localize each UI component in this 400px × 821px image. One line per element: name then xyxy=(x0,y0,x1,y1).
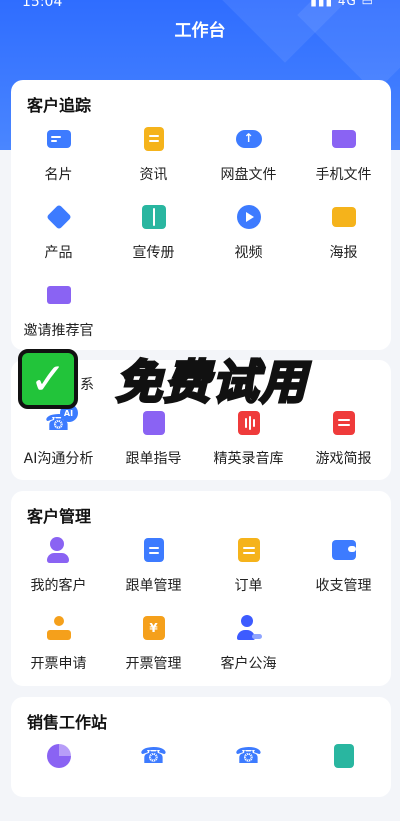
stamp-icon xyxy=(46,615,72,641)
menu-item-brochure[interactable]: 宣传册 xyxy=(106,204,201,282)
section-customer-management: 客户管理 我的客户 跟单管理 订单 收支管理 开票申请 ¥ 开票管理 客户公海 xyxy=(11,491,391,686)
menu-item-new-document[interactable] xyxy=(296,743,391,821)
menu-item-label: 跟单管理 xyxy=(125,578,182,594)
wallet-icon xyxy=(331,537,357,563)
product-cube-icon xyxy=(45,204,72,230)
menu-item-label: 视频 xyxy=(234,245,263,261)
menu-item-game-briefing[interactable]: 游戏简报 xyxy=(296,410,391,488)
menu-item-customer-pool[interactable]: 客户公海 xyxy=(201,615,296,693)
menu-item-label: 邀请推荐官 xyxy=(23,323,94,339)
menu-item-followup-management[interactable]: 跟单管理 xyxy=(106,537,201,615)
call-list-icon: ☎ xyxy=(234,743,263,769)
menu-item-label: 我的客户 xyxy=(30,578,87,594)
menu-item-sales-stats[interactable] xyxy=(11,743,106,821)
section-title: 销售工作站 xyxy=(27,713,108,732)
menu-item-label: 游戏简报 xyxy=(315,451,372,467)
section-customer-tracking: 客户追踪 名片 资讯 ↑ 网盘文件 手机文件 产品 宣传册 视频 海报 邀请推荐… xyxy=(11,80,391,350)
check-mark-icon: ✓ xyxy=(18,349,78,409)
menu-item-label: 产品 xyxy=(44,245,73,261)
brochure-icon xyxy=(141,204,167,230)
menu-item-orders[interactable]: 订单 xyxy=(201,537,296,615)
status-time: 15:04 xyxy=(22,0,63,10)
section-title: 客户追踪 xyxy=(27,96,92,115)
page-title: 工作台 xyxy=(174,21,226,41)
invoice-yuan-icon: ¥ xyxy=(141,615,167,641)
doc-plus-icon xyxy=(331,743,357,769)
menu-item-elite-recordings[interactable]: 精英录音库 xyxy=(201,410,296,488)
menu-item-label: 开票管理 xyxy=(125,656,182,672)
menu-item-label: 跟单指导 xyxy=(125,451,182,467)
poster-image-icon xyxy=(331,204,357,230)
menu-item-call-list[interactable]: ☎ xyxy=(201,743,296,821)
menu-item-poster[interactable]: 海报 xyxy=(296,204,391,282)
menu-item-label: 手机文件 xyxy=(315,167,372,183)
menu-item-business-card[interactable]: 名片 xyxy=(11,126,106,204)
my-customers-icon xyxy=(46,537,72,563)
menu-item-product[interactable]: 产品 xyxy=(11,204,106,282)
news-icon xyxy=(141,126,167,152)
menu-item-call-schedule[interactable]: ☎ xyxy=(106,743,201,821)
menu-item-label: 网盘文件 xyxy=(220,167,277,183)
menu-item-label: 开票申请 xyxy=(30,656,87,672)
video-play-icon xyxy=(236,204,262,230)
menu-item-label: 宣传册 xyxy=(132,245,175,261)
menu-item-label: 精英录音库 xyxy=(213,451,284,467)
menu-item-label: 订单 xyxy=(234,578,263,594)
customer-pool-icon xyxy=(236,615,262,641)
menu-item-income-expense[interactable]: 收支管理 xyxy=(296,537,391,615)
invite-envelope-icon xyxy=(46,282,72,308)
menu-item-phone-files[interactable]: 手机文件 xyxy=(296,126,391,204)
order-icon xyxy=(236,537,262,563)
pie-chart-icon xyxy=(46,743,72,769)
menu-item-video[interactable]: 视频 xyxy=(201,204,296,282)
folder-icon xyxy=(331,126,357,152)
menu-item-invoice-apply[interactable]: 开票申请 xyxy=(11,615,106,693)
menu-item-ai-analysis[interactable]: ☎ AI AI沟通分析 xyxy=(11,404,106,488)
menu-item-followup-guide[interactable]: 跟单指导 xyxy=(106,410,201,488)
menu-item-label: AI沟通分析 xyxy=(23,451,94,467)
menu-item-label: 名片 xyxy=(44,167,73,183)
call-clock-icon: ☎ xyxy=(139,743,168,769)
cloud-upload-icon: ↑ xyxy=(235,126,262,152)
menu-item-label: 收支管理 xyxy=(315,578,372,594)
status-indicators: ▮▮▮ 4G ▭ xyxy=(310,0,374,8)
section-sales-workstation: 销售工作站 ☎ ☎ xyxy=(11,697,391,797)
menu-item-label: 客户公海 xyxy=(220,656,277,672)
free-trial-text: 免费试用 xyxy=(115,354,308,411)
followup-doc-icon xyxy=(141,537,167,563)
menu-item-label: 资讯 xyxy=(139,167,168,183)
section-title: 客户管理 xyxy=(27,507,92,526)
business-card-icon xyxy=(46,126,72,152)
menu-item-cloud-files[interactable]: ↑ 网盘文件 xyxy=(201,126,296,204)
menu-item-label: 海报 xyxy=(329,245,358,261)
menu-item-news[interactable]: 资讯 xyxy=(106,126,201,204)
menu-item-invoice-management[interactable]: ¥ 开票管理 xyxy=(106,615,201,693)
free-trial-overlay[interactable]: ✓ 系 免费试用 xyxy=(18,343,388,415)
menu-item-my-customers[interactable]: 我的客户 xyxy=(11,537,106,615)
section-title-partial: 系 xyxy=(80,377,94,393)
